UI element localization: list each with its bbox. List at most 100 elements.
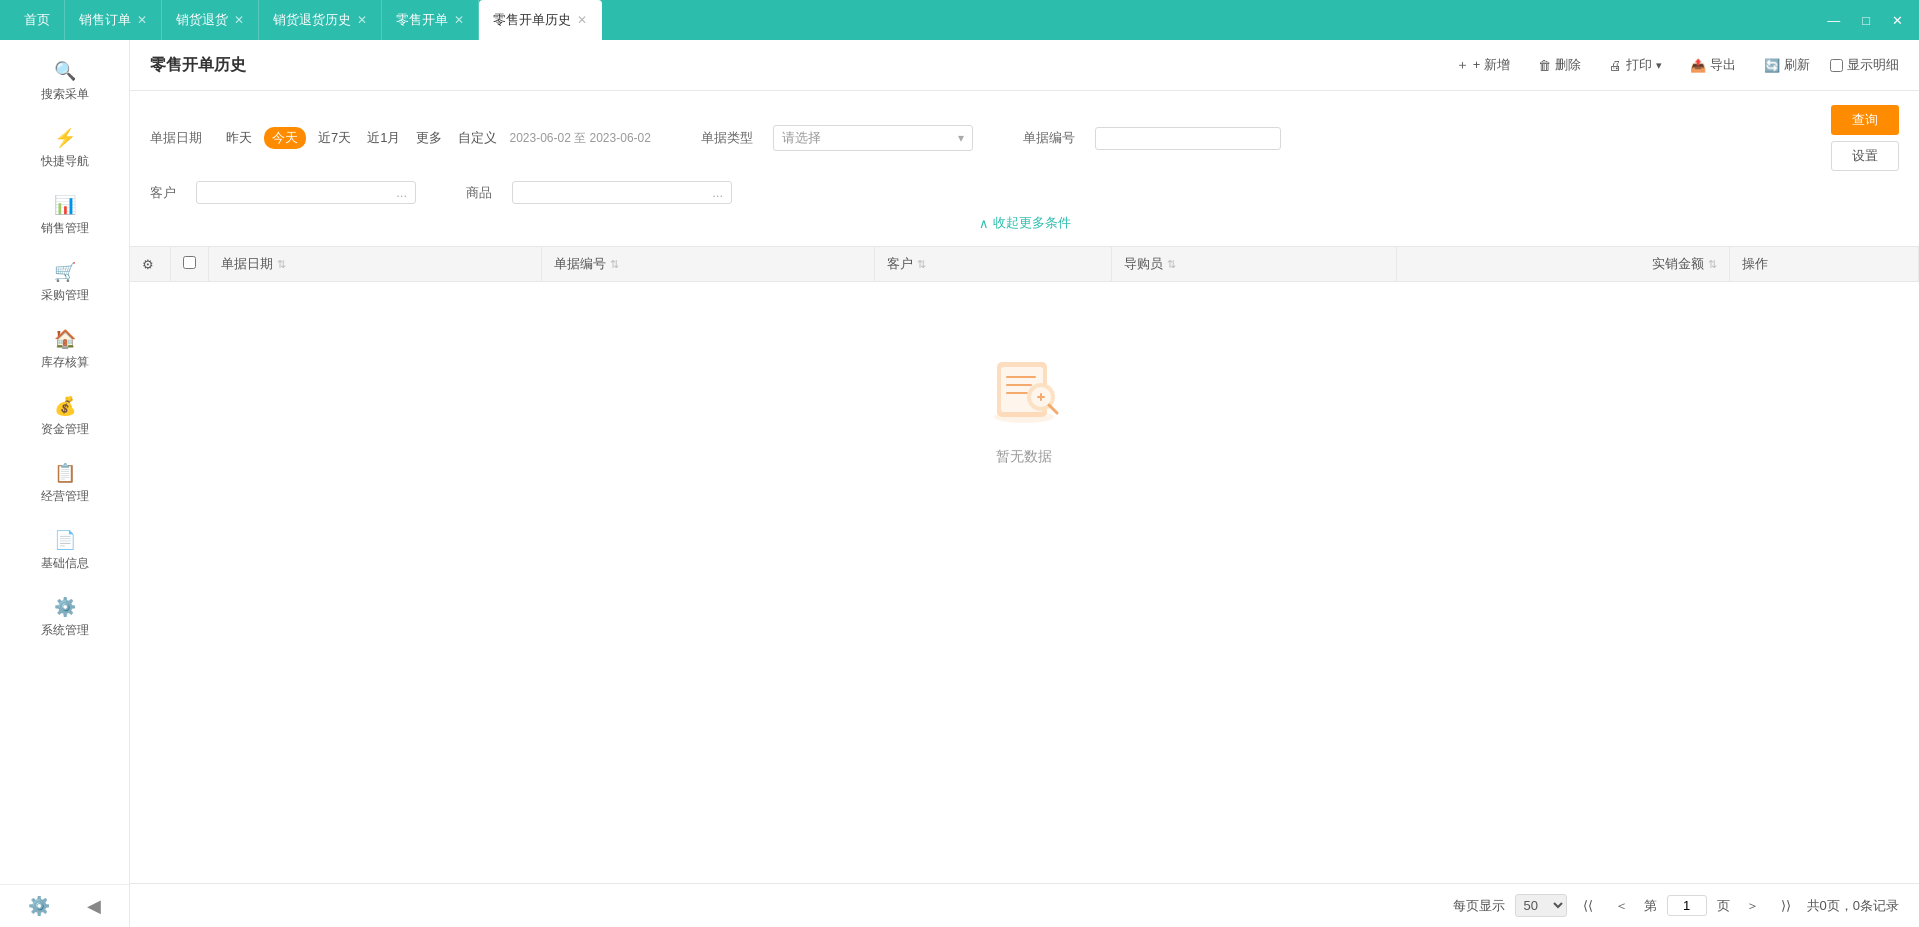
collapse-sidebar-icon[interactable]: ◀ (87, 895, 101, 917)
goods-input[interactable] (521, 185, 712, 200)
sort-icon: ⇅ (917, 258, 926, 271)
trash-icon: 🗑 (1538, 58, 1551, 73)
close-window-button[interactable]: ✕ (1886, 11, 1909, 30)
sales-icon: 📊 (54, 194, 76, 216)
date-1month[interactable]: 近1月 (363, 127, 404, 149)
data-table: ⚙ 单据日期 ⇅ 单据编号 (130, 247, 1919, 526)
add-button[interactable]: ＋ + 新增 (1448, 52, 1518, 78)
delete-button[interactable]: 🗑 删除 (1530, 52, 1589, 78)
type-placeholder: 请选择 (782, 129, 821, 147)
print-icon: 🖨 (1609, 58, 1622, 73)
settings-column-header: ⚙ (130, 247, 170, 282)
maximize-button[interactable]: □ (1856, 11, 1876, 30)
date-custom[interactable]: 自定义 (454, 127, 501, 149)
customer-sort[interactable]: 客户 ⇅ (887, 255, 1099, 273)
date-yesterday[interactable]: 昨天 (222, 127, 256, 149)
per-page-select[interactable]: 50 20 100 (1515, 894, 1567, 917)
per-page-label: 每页显示 (1453, 897, 1505, 915)
page-header: 零售开单历史 ＋ + 新增 🗑 删除 🖨 打印 ▾ 📤 导出 (130, 40, 1919, 91)
guide-column-header: 导购员 ⇅ (1111, 247, 1396, 282)
order-no-input-wrap (1095, 127, 1281, 150)
date-options: 昨天 今天 近7天 近1月 更多 自定义 2023-06-02 至 2023-0… (222, 127, 651, 149)
sidebar-item-basics[interactable]: 📄 基础信息 (0, 517, 129, 584)
select-all-checkbox[interactable] (183, 256, 196, 269)
top-bar: 首页 销售订单 ✕ 销货退货 ✕ 销货退货历史 ✕ 零售开单 ✕ 零售开单历史 … (0, 0, 1919, 40)
export-button[interactable]: 📤 导出 (1682, 52, 1744, 78)
last-page-button[interactable]: ⟩⟩ (1775, 896, 1797, 915)
chevron-down-icon: ▾ (1656, 59, 1662, 72)
prev-page-button[interactable]: ＜ (1609, 895, 1634, 917)
settings-bottom-icon[interactable]: ⚙️ (28, 895, 50, 917)
refresh-button[interactable]: 🔄 刷新 (1756, 52, 1818, 78)
empty-icon (979, 342, 1069, 432)
page-input[interactable] (1667, 895, 1707, 916)
close-icon[interactable]: ✕ (357, 13, 367, 27)
type-select[interactable]: 请选择 ▾ (773, 125, 973, 151)
date-today[interactable]: 今天 (264, 127, 306, 149)
sidebar-item-inventory[interactable]: 🏠 库存核算 (0, 316, 129, 383)
query-actions: 查询 设置 (1831, 105, 1899, 171)
type-label: 单据类型 (701, 129, 753, 147)
amount-sort[interactable]: 实销金额 ⇅ (1409, 255, 1717, 273)
goods-label: 商品 (466, 184, 492, 202)
next-page-button[interactable]: ＞ (1740, 895, 1765, 917)
customer-label: 客户 (150, 184, 176, 202)
filter-area: 单据日期 昨天 今天 近7天 近1月 更多 自定义 2023-06-02 至 2… (130, 91, 1919, 247)
tab-retail-history[interactable]: 零售开单历史 ✕ (479, 0, 602, 40)
purchase-icon: 🛒 (54, 261, 76, 283)
order-no-sort[interactable]: 单据编号 ⇅ (554, 255, 862, 273)
date-7days[interactable]: 近7天 (314, 127, 355, 149)
goods-ellipsis-icon[interactable]: ... (712, 185, 723, 200)
date-more[interactable]: 更多 (412, 127, 446, 149)
tab-return-history[interactable]: 销货退货历史 ✕ (259, 0, 382, 40)
customer-column-header: 客户 ⇅ (874, 247, 1111, 282)
set-button[interactable]: 设置 (1831, 141, 1899, 171)
sort-icon: ⇅ (610, 258, 619, 271)
date-column-header: 单据日期 ⇅ (208, 247, 541, 282)
close-icon[interactable]: ✕ (137, 13, 147, 27)
empty-text: 暂无数据 (996, 448, 1052, 466)
refresh-icon: 🔄 (1764, 58, 1780, 73)
goods-input-wrap: ... (512, 181, 732, 204)
filter-row-2: 客户 ... 商品 ... (150, 181, 1899, 204)
close-icon[interactable]: ✕ (234, 13, 244, 27)
show-detail-toggle[interactable]: 显示明细 (1830, 56, 1899, 74)
sidebar-item-system[interactable]: ⚙️ 系统管理 (0, 584, 129, 651)
customer-ellipsis-icon[interactable]: ... (396, 185, 407, 200)
quicknav-icon: ⚡ (54, 127, 76, 149)
settings-icon[interactable]: ⚙ (142, 257, 154, 272)
main-layout: 🔍 搜索采单 ⚡ 快捷导航 📊 销售管理 🛒 采购管理 🏠 库存核算 💰 资金管… (0, 40, 1919, 927)
print-button[interactable]: 🖨 打印 ▾ (1601, 52, 1670, 78)
collapse-button[interactable]: ∧ 收起更多条件 (150, 214, 1899, 232)
close-icon[interactable]: ✕ (577, 13, 587, 27)
customer-input[interactable] (205, 185, 396, 200)
date-sort[interactable]: 单据日期 ⇅ (221, 255, 529, 273)
order-no-input[interactable] (1104, 131, 1272, 146)
page-label: 第 (1644, 897, 1657, 915)
tab-sales-order[interactable]: 销售订单 ✕ (65, 0, 162, 40)
close-icon[interactable]: ✕ (454, 13, 464, 27)
sidebar-item-quicknav[interactable]: ⚡ 快捷导航 (0, 115, 129, 182)
minimize-button[interactable]: — (1821, 11, 1846, 30)
sort-icon: ⇅ (277, 258, 286, 271)
sidebar-item-sales[interactable]: 📊 销售管理 (0, 182, 129, 249)
header-actions: ＋ + 新增 🗑 删除 🖨 打印 ▾ 📤 导出 🔄 (1448, 52, 1899, 78)
sidebar-item-operation[interactable]: 📋 经营管理 (0, 450, 129, 517)
sidebar-item-finance[interactable]: 💰 资金管理 (0, 383, 129, 450)
sidebar-item-search[interactable]: 🔍 搜索采单 (0, 48, 129, 115)
tab-return[interactable]: 销货退货 ✕ (162, 0, 259, 40)
chevron-down-icon: ▾ (958, 131, 964, 145)
sidebar-item-purchase[interactable]: 🛒 采购管理 (0, 249, 129, 316)
sidebar: 🔍 搜索采单 ⚡ 快捷导航 📊 销售管理 🛒 采购管理 🏠 库存核算 💰 资金管… (0, 40, 130, 927)
date-range-display: 2023-06-02 至 2023-06-02 (509, 130, 650, 147)
operation-icon: 📋 (54, 462, 76, 484)
system-icon: ⚙️ (54, 596, 76, 618)
query-button[interactable]: 查询 (1831, 105, 1899, 135)
tab-home[interactable]: 首页 (10, 0, 65, 40)
show-detail-checkbox[interactable] (1830, 59, 1843, 72)
content-area: 零售开单历史 ＋ + 新增 🗑 删除 🖨 打印 ▾ 📤 导出 (130, 40, 1919, 927)
table-footer: 每页显示 50 20 100 ⟨⟨ ＜ 第 页 ＞ ⟩⟩ 共0页，0条记录 (130, 883, 1919, 927)
guide-sort[interactable]: 导购员 ⇅ (1124, 255, 1384, 273)
tab-retail-order[interactable]: 零售开单 ✕ (382, 0, 479, 40)
first-page-button[interactable]: ⟨⟨ (1577, 896, 1599, 915)
